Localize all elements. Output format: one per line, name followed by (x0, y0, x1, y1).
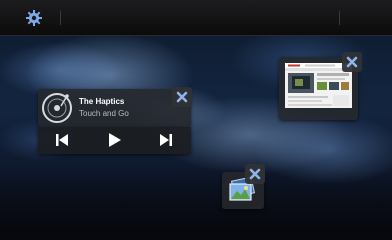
close-icon (346, 56, 358, 68)
close-icon (249, 168, 261, 180)
close-icon (176, 91, 188, 103)
previous-track-icon[interactable] (54, 133, 70, 147)
track-artist: Touch and Go (79, 109, 129, 118)
gear-icon[interactable] (26, 10, 42, 26)
close-browser-widget-button[interactable] (342, 52, 362, 72)
music-player-widget[interactable]: The Haptics Touch and Go (38, 89, 191, 127)
play-icon[interactable] (106, 133, 122, 147)
close-music-widget-button[interactable] (172, 87, 192, 107)
next-track-icon[interactable] (158, 133, 174, 147)
divider (339, 11, 340, 25)
top-status-bar (0, 0, 392, 36)
close-gallery-widget-button[interactable] (245, 164, 265, 184)
divider (60, 11, 61, 25)
vinyl-record-icon (42, 93, 72, 123)
music-controls (38, 127, 191, 154)
track-title: The Haptics (79, 97, 125, 106)
